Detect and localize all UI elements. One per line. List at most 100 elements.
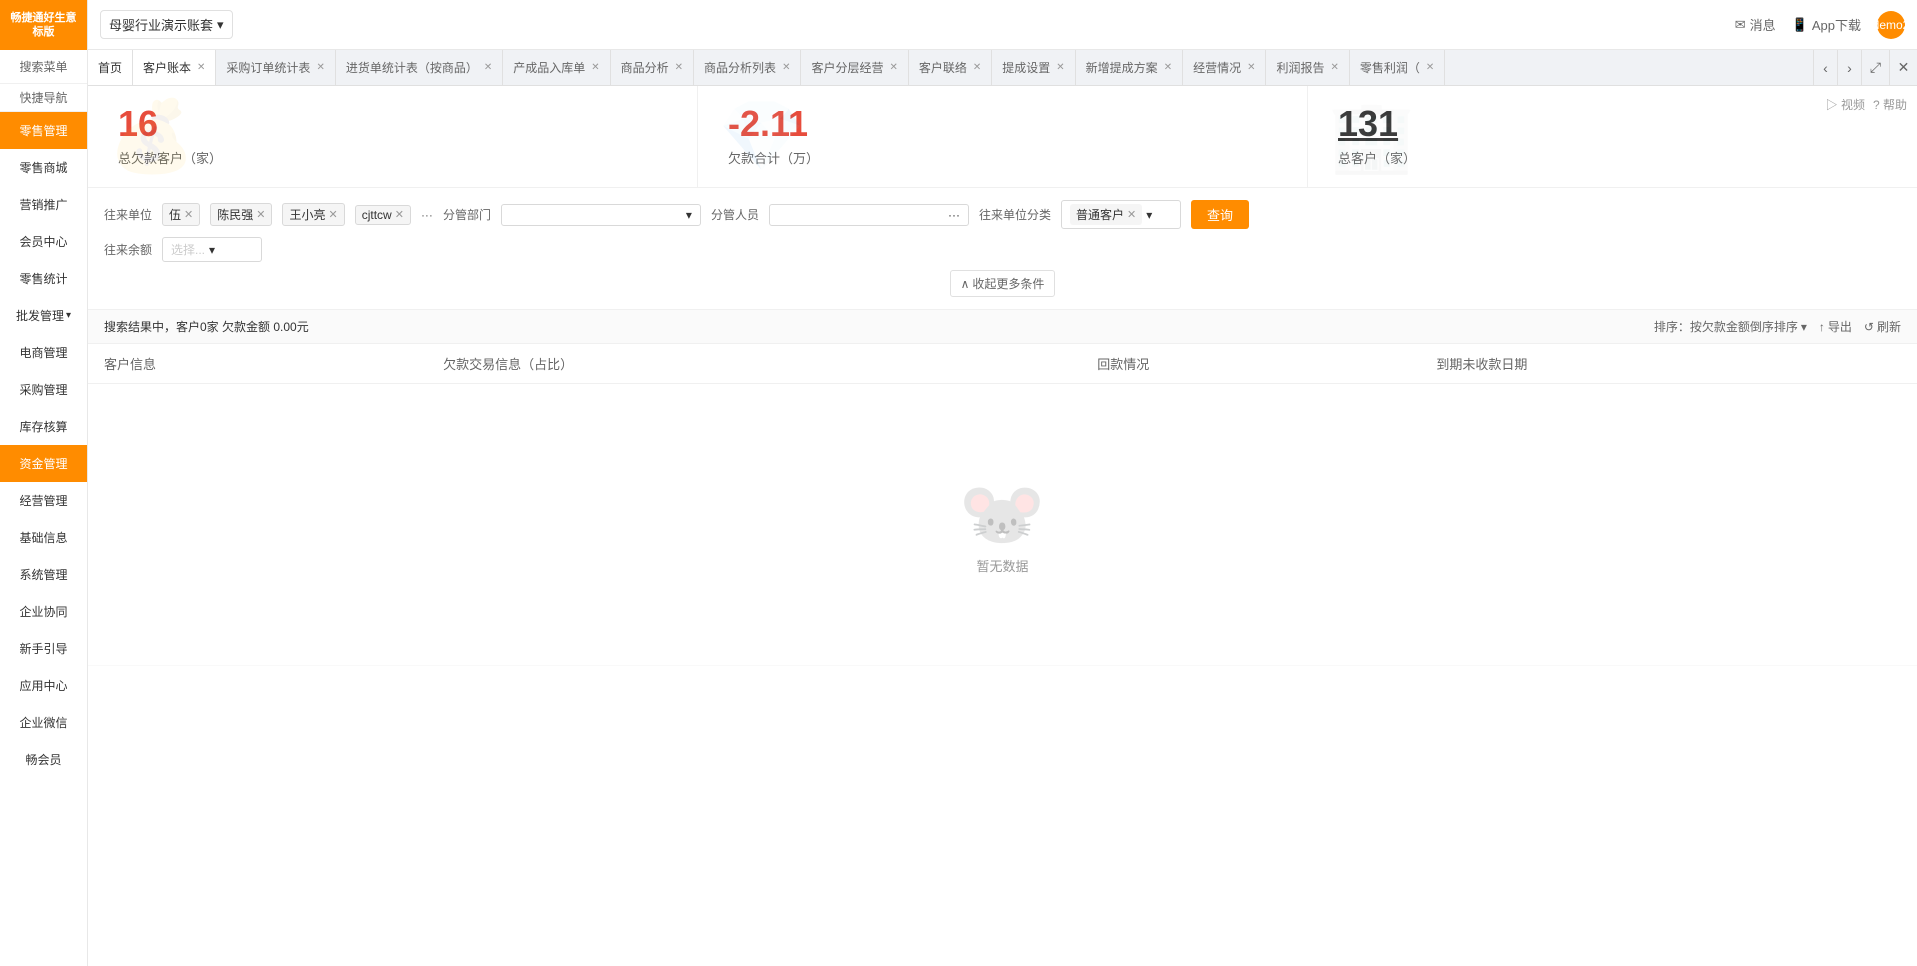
remove-tag-chen[interactable]: ✕ — [256, 208, 265, 221]
message-button[interactable]: ✉ 消息 — [1735, 15, 1776, 34]
app-download-button[interactable]: 📱 App下载 — [1792, 15, 1861, 34]
sidebar-item-purchase[interactable]: 采购管理 — [0, 371, 87, 408]
filter-tag-chen: 陈民强 ✕ — [210, 203, 272, 226]
dept-selector[interactable]: ▾ — [501, 204, 701, 226]
tab-customer-segment[interactable]: 客户分层经营 ✕ — [801, 50, 908, 86]
tab-close-accounts[interactable]: ✕ — [197, 62, 205, 73]
sort-selector[interactable]: 排序：按欠款金额倒序排序 ▾ — [1654, 318, 1807, 335]
tab-inbound-stats[interactable]: 进货单统计表（按商品） ✕ — [336, 50, 503, 86]
remove-category-tag[interactable]: ✕ — [1127, 208, 1136, 221]
sidebar-item-vip[interactable]: 畅会员 — [0, 741, 87, 778]
tab-accounts[interactable]: 客户账本 ✕ — [133, 50, 216, 86]
tab-close-ps[interactable]: ✕ — [1056, 62, 1064, 73]
more-tags-button[interactable]: ··· — [421, 208, 433, 222]
tab-close-pr[interactable]: ✕ — [1331, 62, 1339, 73]
unit-filter-label: 往来单位 — [104, 206, 152, 223]
filter-row-1: 往来单位 伍 ✕ 陈民强 ✕ 王小亮 ✕ cjttcw — [104, 200, 1901, 229]
tab-close-cc[interactable]: ✕ — [973, 62, 981, 73]
topbar: 母婴行业演示账套 ▾ ✉ 消息 📱 App下载 demo2 — [88, 0, 1917, 50]
sidebar-search[interactable]: 搜索菜单 — [0, 50, 87, 84]
sidebar-item-basic-info[interactable]: 基础信息 — [0, 519, 87, 556]
query-button[interactable]: 查询 — [1191, 200, 1249, 229]
sidebar-item-new-guide[interactable]: 新手引导 — [0, 630, 87, 667]
tab-product-analysis[interactable]: 商品分析 ✕ — [611, 50, 694, 86]
video-link[interactable]: ▷ 视频 — [1826, 96, 1865, 113]
sidebar-item-marketing[interactable]: 营销推广 — [0, 186, 87, 223]
sidebar-item-capital[interactable]: 资金管理 — [0, 445, 87, 482]
balance-filter-label: 往来余额 — [104, 241, 152, 258]
tab-home[interactable]: 首页 — [88, 50, 133, 86]
tab-close-cs[interactable]: ✕ — [889, 62, 897, 73]
tab-close-pal[interactable]: ✕ — [782, 62, 790, 73]
stat-bg-icon-total: 🏢 — [1328, 96, 1415, 178]
sidebar-item-enterprise[interactable]: 企业协同 — [0, 593, 87, 630]
tab-production-inbound[interactable]: 产成品入库单 ✕ — [503, 50, 610, 86]
tabbar-maximize-button[interactable]: ⤢ — [1861, 50, 1889, 86]
tab-operations[interactable]: 经营情况 ✕ — [1183, 50, 1266, 86]
table-header: 客户信息 欠款交易信息（占比） 回款情况 到期未收款日期 — [88, 344, 1917, 384]
sidebar-item-inventory[interactable]: 库存核算 — [0, 408, 87, 445]
sidebar-item-retail-mall[interactable]: 零售商城 — [0, 149, 87, 186]
tabbar-prev-arrow[interactable]: ‹ — [1813, 50, 1837, 86]
empty-state: 🐭 暂无数据 — [104, 394, 1901, 655]
collapse-button[interactable]: ∧ 收起更多条件 — [950, 270, 1056, 297]
chevron-down-icon: ▾ — [1801, 320, 1807, 334]
stat-block-debt-total: 💎 -2.11 欠款合计（万） — [698, 86, 1308, 187]
refresh-button[interactable]: ↺ 刷新 — [1864, 318, 1901, 335]
tab-product-analysis-list[interactable]: 商品分析列表 ✕ — [694, 50, 801, 86]
topbar-left: 母婴行业演示账套 ▾ — [100, 10, 233, 39]
main-area: 母婴行业演示账套 ▾ ✉ 消息 📱 App下载 demo2 — [88, 0, 1917, 966]
sidebar-item-operations-mgmt[interactable]: 经营管理 — [0, 482, 87, 519]
sidebar-item-retail[interactable]: 零售管理 — [0, 112, 87, 149]
tab-close-prod[interactable]: ✕ — [591, 62, 599, 73]
message-icon: ✉ — [1735, 17, 1746, 33]
tab-promotion-settings[interactable]: 提成设置 ✕ — [992, 50, 1075, 86]
tab-retail-profit[interactable]: 零售利润（ ✕ — [1350, 50, 1445, 86]
sidebar-item-member[interactable]: 会员中心 — [0, 223, 87, 260]
table-body: 🐭 暂无数据 — [88, 384, 1917, 666]
tab-close-np[interactable]: ✕ — [1164, 62, 1172, 73]
export-button[interactable]: ↑ 导出 — [1819, 318, 1852, 335]
remove-tag-wang[interactable]: ✕ — [329, 208, 338, 221]
tab-close-pa[interactable]: ✕ — [675, 62, 683, 73]
tenant-selector[interactable]: 母婴行业演示账套 ▾ — [100, 10, 233, 39]
category-tag: 普通客户 ✕ — [1070, 204, 1142, 225]
balance-selector[interactable]: 选择... ▾ — [162, 237, 262, 262]
tab-close-inbound[interactable]: ✕ — [484, 62, 492, 73]
sidebar-item-system[interactable]: 系统管理 — [0, 556, 87, 593]
stat-block-debt-customers: 💰 16 总欠款客户（家） — [88, 86, 698, 187]
tab-purchase-order[interactable]: 采购订单统计表 ✕ — [216, 50, 335, 86]
sidebar-quick-nav[interactable]: 快捷导航 — [0, 84, 87, 112]
tab-profit-report[interactable]: 利润报告 ✕ — [1266, 50, 1349, 86]
help-icon: ? — [1873, 98, 1880, 112]
sidebar-item-ecommerce[interactable]: 电商管理 — [0, 334, 87, 371]
help-link[interactable]: ? 帮助 — [1873, 96, 1907, 113]
sidebar-item-wechat[interactable]: 企业微信 — [0, 704, 87, 741]
remove-tag-wu[interactable]: ✕ — [184, 208, 193, 221]
person-selector[interactable]: ··· — [769, 204, 969, 226]
logo-text: 畅捷通好生意 标版 — [11, 11, 77, 40]
stat-bg-icon-debt: 💎 — [718, 96, 805, 178]
sort-label: 排序：按欠款金额倒序排序 — [1654, 318, 1798, 335]
tab-customer-contact[interactable]: 客户联络 ✕ — [909, 50, 992, 86]
tab-close-purchase[interactable]: ✕ — [316, 62, 324, 73]
tab-close-op[interactable]: ✕ — [1247, 62, 1255, 73]
category-selector[interactable]: 普通客户 ✕ ▾ — [1061, 200, 1181, 229]
stat-block-total-customers: 🏢 131 总客户（家） ▷ 视频 ? 帮助 — [1308, 86, 1917, 187]
refresh-icon: ↺ — [1864, 320, 1874, 334]
tab-new-promotion[interactable]: 新增提成方案 ✕ — [1076, 50, 1183, 86]
tabbar-close-all-button[interactable]: ✕ — [1889, 50, 1917, 86]
result-actions: 排序：按欠款金额倒序排序 ▾ ↑ 导出 ↺ 刷新 — [1654, 318, 1901, 335]
sidebar-item-retail-stats[interactable]: 零售统计 — [0, 260, 87, 297]
avatar[interactable]: demo2 — [1877, 11, 1905, 39]
filter-tag-wang: 王小亮 ✕ — [282, 203, 344, 226]
tabbar-next-arrow[interactable]: › — [1837, 50, 1861, 86]
sidebar-item-app-center[interactable]: 应用中心 — [0, 667, 87, 704]
chevron-down-icon: ▾ — [686, 208, 692, 222]
result-info: 搜索结果中，客户0家 欠款金额 0.00元 — [104, 318, 309, 335]
collapse-icon: ∧ — [961, 277, 970, 291]
sidebar-item-wholesale[interactable]: 批发管理 ▾ — [0, 297, 87, 334]
remove-tag-cjttcw[interactable]: ✕ — [395, 208, 404, 221]
tab-close-rp[interactable]: ✕ — [1426, 62, 1434, 73]
tenant-name: 母婴行业演示账套 — [109, 15, 213, 34]
